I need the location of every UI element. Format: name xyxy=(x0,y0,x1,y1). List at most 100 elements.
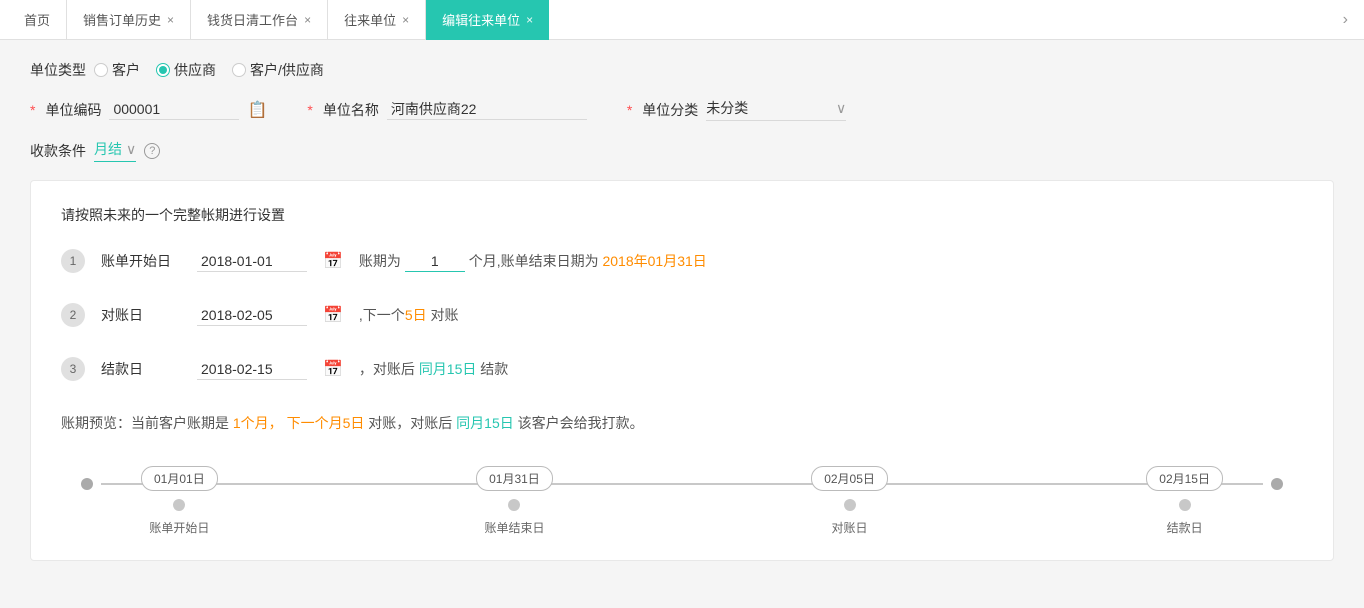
radio-customer-label: 客户 xyxy=(112,60,140,80)
radio-both-circle xyxy=(232,63,246,77)
billing-row-1: 1 账单开始日 📅 账期为 个月,账单结束日期为 2018年01月31日 xyxy=(61,249,1303,273)
desc-suffix-2: 对账 xyxy=(427,307,459,323)
billing-num-3: 3 xyxy=(61,357,85,381)
payment-help-icon[interactable]: ? xyxy=(144,143,160,159)
timeline-node-2-label: 账单结束日 xyxy=(484,519,544,536)
unit-type-field: 单位类型 客户 供应商 客户/供应商 xyxy=(30,60,324,80)
unit-code-icon[interactable]: 📋 xyxy=(247,100,267,120)
billing-num-1: 1 xyxy=(61,249,85,273)
unit-code-label: 单位编码 xyxy=(45,100,101,120)
timeline-node-4-date: 02月15日 xyxy=(1146,466,1223,491)
preview-part5: 该客户会给我打款。 xyxy=(518,415,644,431)
billing-cal-2[interactable]: 📅 xyxy=(323,305,343,325)
tab-partner-units-label: 往来单位 xyxy=(344,10,396,29)
timeline-node-3-date: 02月05日 xyxy=(811,466,888,491)
billing-period-input[interactable] xyxy=(405,251,465,272)
radio-both[interactable]: 客户/供应商 xyxy=(232,60,324,80)
payment-row: 收款条件 月结 ∨ ? xyxy=(30,139,1334,162)
billing-date-2[interactable] xyxy=(197,305,307,326)
tab-partner-units-close[interactable]: × xyxy=(402,14,409,26)
timeline-node-3: 02月05日 对账日 xyxy=(811,466,888,536)
billing-field-3: 结款日 xyxy=(101,359,181,379)
unit-name-required: * xyxy=(307,102,312,118)
timeline-end-dot xyxy=(1271,478,1283,490)
preview-part4: 同月15日 xyxy=(456,415,514,431)
tab-bar-arrow[interactable]: › xyxy=(1335,11,1356,29)
unit-classify-required: * xyxy=(627,102,632,118)
preview-text: 账期预览：当前客户账期是 1个月， 下一个月5日 对账，对账后 同月15日 该客… xyxy=(61,411,1303,436)
billing-cal-3[interactable]: 📅 xyxy=(323,359,343,379)
timeline-node-4: 02月15日 结款日 xyxy=(1146,466,1223,536)
billing-end-date: 2018年01月31日 xyxy=(602,253,706,269)
desc-suffix-1: 个月,账单结束日期为 xyxy=(469,253,603,269)
radio-group: 客户 供应商 客户/供应商 xyxy=(94,60,324,80)
billing-highlight-2: 5日 xyxy=(405,307,427,323)
timeline-node-4-dot xyxy=(1179,499,1191,511)
billing-date-3[interactable] xyxy=(197,359,307,380)
tab-cash-work[interactable]: 钱货日清工作台 × xyxy=(191,0,328,40)
tab-cash-work-close[interactable]: × xyxy=(304,14,311,26)
radio-supplier[interactable]: 供应商 xyxy=(156,60,216,80)
tab-sales-history[interactable]: 销售订单历史 × xyxy=(67,0,191,40)
tab-home-label: 首页 xyxy=(24,10,50,29)
tab-edit-partner-close[interactable]: × xyxy=(526,14,533,26)
payment-field: 收款条件 月结 ∨ ? xyxy=(30,139,160,162)
radio-supplier-circle xyxy=(156,63,170,77)
timeline-start-dot xyxy=(81,478,93,490)
preview-part3: 对账，对账后 xyxy=(368,415,456,431)
timeline: 01月01日 账单开始日 01月31日 账单结束日 02月05日 对账日 xyxy=(81,466,1283,536)
unit-type-row: 单位类型 客户 供应商 客户/供应商 xyxy=(30,60,1334,80)
radio-supplier-label: 供应商 xyxy=(174,60,216,80)
tab-cash-work-label: 钱货日清工作台 xyxy=(207,10,298,29)
desc-prefix-1: 账期为 xyxy=(359,253,401,269)
preview-part2: 下一个月5日 xyxy=(287,415,365,431)
payment-label: 收款条件 xyxy=(30,141,86,161)
unit-code-required: * xyxy=(30,102,35,118)
desc-suffix-3: 结款 xyxy=(476,361,508,377)
tab-sales-history-close[interactable]: × xyxy=(167,14,174,26)
tab-bar: 首页 销售订单历史 × 钱货日清工作台 × 往来单位 × 编辑往来单位 × › xyxy=(0,0,1364,40)
main-content: 单位类型 客户 供应商 客户/供应商 * 单位编码 xyxy=(0,40,1364,608)
unit-classify-dropdown[interactable]: 未分类 ∨ xyxy=(706,98,846,121)
billing-cal-1[interactable]: 📅 xyxy=(323,251,343,271)
timeline-node-2-date: 01月31日 xyxy=(476,466,553,491)
timeline-node-4-label: 结款日 xyxy=(1167,519,1203,536)
billing-row-2: 2 对账日 📅 ,下一个5日 对账 xyxy=(61,303,1303,327)
unit-type-label: 单位类型 xyxy=(30,60,86,80)
preview-label: 账期预览：当前客户账期是 xyxy=(61,415,229,431)
radio-both-label: 客户/供应商 xyxy=(250,60,324,80)
timeline-node-2-dot xyxy=(508,499,520,511)
billing-desc-3: ，对账后 同月15日 结款 xyxy=(359,359,508,379)
unit-classify-value: 未分类 xyxy=(706,98,832,118)
timeline-node-1-date: 01月01日 xyxy=(141,466,218,491)
payment-dropdown[interactable]: 月结 ∨ xyxy=(94,139,136,162)
billing-row-3: 3 结款日 📅 ，对账后 同月15日 结款 xyxy=(61,357,1303,381)
timeline-node-1: 01月01日 账单开始日 xyxy=(141,466,218,536)
timeline-node-3-label: 对账日 xyxy=(832,519,868,536)
billing-panel: 请按照未来的一个完整帐期进行设置 1 账单开始日 📅 账期为 个月,账单结束日期… xyxy=(30,180,1334,561)
timeline-node-1-dot xyxy=(173,499,185,511)
unit-name-field: * 单位名称 xyxy=(307,99,586,120)
tab-edit-partner[interactable]: 编辑往来单位 × xyxy=(426,0,549,40)
billing-title: 请按照未来的一个完整帐期进行设置 xyxy=(61,205,1303,225)
tab-home[interactable]: 首页 xyxy=(8,0,67,40)
billing-date-1[interactable] xyxy=(197,251,307,272)
unit-name-label: 单位名称 xyxy=(323,100,379,120)
unit-code-field: * 单位编码 📋 xyxy=(30,99,267,120)
unit-classify-dropdown-icon: ∨ xyxy=(836,100,846,117)
billing-highlight-3: 同月15日 xyxy=(419,361,477,377)
billing-field-2: 对账日 xyxy=(101,305,181,325)
unit-code-input[interactable] xyxy=(109,99,239,120)
unit-classify-label: 单位分类 xyxy=(642,100,698,120)
billing-desc-1: 账期为 个月,账单结束日期为 2018年01月31日 xyxy=(359,251,707,272)
tab-partner-units[interactable]: 往来单位 × xyxy=(328,0,426,40)
unit-name-input[interactable] xyxy=(387,99,587,120)
timeline-node-3-dot xyxy=(844,499,856,511)
billing-field-1: 账单开始日 xyxy=(101,251,181,271)
unit-info-row: * 单位编码 📋 * 单位名称 * 单位分类 未分类 ∨ xyxy=(30,98,1334,121)
billing-num-2: 2 xyxy=(61,303,85,327)
timeline-node-2: 01月31日 账单结束日 xyxy=(476,466,553,536)
tab-edit-partner-label: 编辑往来单位 xyxy=(442,10,520,29)
preview-part1: 1个月， xyxy=(233,415,283,431)
radio-customer[interactable]: 客户 xyxy=(94,60,140,80)
